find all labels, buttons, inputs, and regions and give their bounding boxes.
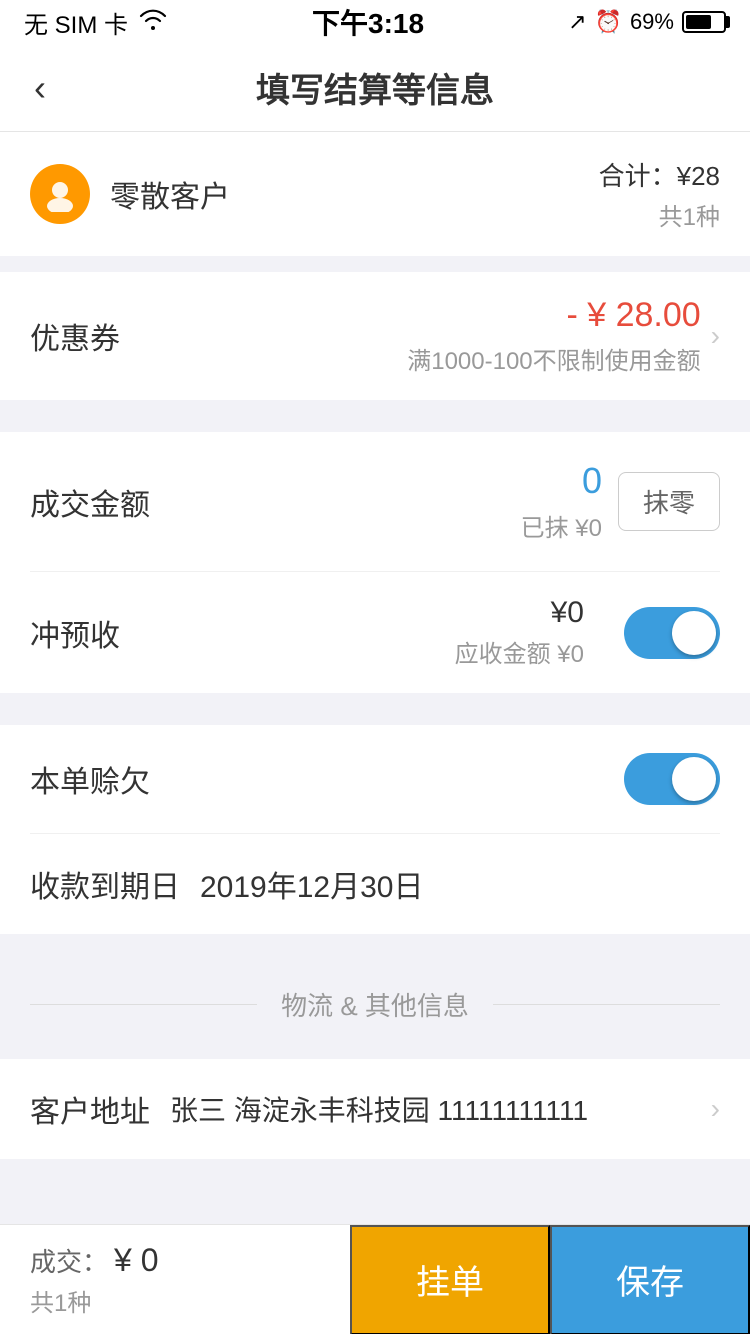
status-time: 下午3:18 (312, 2, 424, 42)
header-line-left (30, 1004, 257, 1005)
status-right: ↗ ⏰ 69% (568, 9, 726, 35)
hold-button[interactable]: 挂单 (350, 1225, 550, 1334)
credit-card: 本单赊欠 收款到期日 2019年12月30日 (0, 725, 750, 934)
coupon-label: 优惠券 (30, 314, 120, 358)
coupon-right: - ¥ 28.00 满1000-100不限制使用金额 › (407, 296, 720, 376)
coupon-value: - ¥ 28.00 (407, 296, 700, 335)
section-divider-4 (0, 1043, 750, 1059)
battery-percent: 69% (630, 9, 674, 35)
credit-label: 本单赊欠 (30, 757, 150, 801)
location-icon: ↗ (568, 9, 586, 35)
customer-right: 合计：¥28 共1种 (599, 156, 720, 232)
coupon-sub: 满1000-100不限制使用金额 (407, 341, 700, 376)
prepay-row: 冲预收 ¥0 应收金额 ¥0 (0, 572, 750, 693)
round-button[interactable]: 抹零 (618, 472, 720, 531)
transaction-row: 成交金额 已抹 ¥0 抹零 (0, 432, 750, 571)
transaction-right: 已抹 ¥0 抹零 (521, 460, 720, 543)
no-sim-text: 无 SIM 卡 (24, 5, 128, 40)
duedate-row: 收款到期日 2019年12月30日 (0, 834, 750, 934)
bottom-deal-amount: ¥ 0 (114, 1242, 158, 1279)
total-count: 共1种 (599, 197, 720, 232)
prepay-label: 冲预收 (30, 611, 120, 655)
credit-toggle-knob (672, 757, 716, 801)
address-row[interactable]: 客户地址 张三 海淀永丰科技园 11111111111 › (0, 1059, 750, 1159)
nav-bar: ‹ 填写结算等信息 (0, 44, 750, 132)
transaction-card: 成交金额 已抹 ¥0 抹零 冲预收 ¥0 应收金额 ¥0 (0, 432, 750, 693)
wifi-icon (138, 8, 168, 37)
prepay-right: ¥0 应收金额 ¥0 (455, 596, 720, 669)
prepay-toggle[interactable] (624, 607, 720, 659)
status-bar: 无 SIM 卡 下午3:18 ↗ ⏰ 69% (0, 0, 750, 44)
bottom-deal-label: 成交： (30, 1242, 108, 1279)
toggle-knob (672, 611, 716, 655)
section-divider-2 (0, 709, 750, 725)
prepay-values: ¥0 应收金额 ¥0 (455, 596, 584, 669)
credit-toggle[interactable] (624, 753, 720, 805)
total-amount: 合计：¥28 (599, 156, 720, 193)
transaction-amount-input[interactable] (522, 460, 602, 502)
transaction-label: 成交金额 (30, 480, 150, 524)
alarm-icon: ⏰ (595, 9, 622, 35)
bottom-info: 成交： ¥ 0 共1种 (0, 1242, 350, 1318)
duedate-value: 2019年12月30日 (200, 862, 423, 906)
section-divider-3 (0, 950, 750, 966)
status-left: 无 SIM 卡 (24, 5, 168, 40)
customer-left: 零散客户 (30, 164, 230, 224)
coupon-row[interactable]: 优惠券 - ¥ 28.00 满1000-100不限制使用金额 › (0, 272, 750, 400)
address-value: 张三 海淀永丰科技园 11111111111 (170, 1089, 711, 1129)
battery-icon (682, 11, 726, 33)
transaction-amount-wrap: 已抹 ¥0 (521, 460, 602, 543)
content: 零散客户 合计：¥28 共1种 优惠券 - ¥ 28.00 满1000-100不… (0, 132, 750, 1295)
bottom-deal-count: 共1种 (30, 1283, 320, 1318)
address-label: 客户地址 (30, 1087, 150, 1131)
page-title: 填写结算等信息 (256, 63, 494, 112)
duedate-label: 收款到期日 (30, 862, 180, 906)
prepay-amount: ¥0 (455, 596, 584, 630)
credit-row: 本单赊欠 (0, 725, 750, 833)
chevron-right-icon: › (711, 320, 720, 352)
customer-card: 零散客户 合计：¥28 共1种 (0, 132, 750, 256)
section-divider-1 (0, 416, 750, 432)
header-line-right (493, 1004, 720, 1005)
logistics-header-label: 物流 & 其他信息 (257, 986, 493, 1023)
avatar (30, 164, 90, 224)
coupon-card: 优惠券 - ¥ 28.00 满1000-100不限制使用金额 › (0, 272, 750, 400)
bottom-bar: 成交： ¥ 0 共1种 挂单 保存 (0, 1224, 750, 1334)
bottom-deal-row: 成交： ¥ 0 (30, 1242, 320, 1279)
transaction-sub: 已抹 ¥0 (521, 508, 602, 543)
customer-row: 零散客户 合计：¥28 共1种 (0, 132, 750, 256)
logistics-section-header: 物流 & 其他信息 (0, 966, 750, 1043)
address-card: 客户地址 张三 海淀永丰科技园 11111111111 › (0, 1059, 750, 1159)
customer-name: 零散客户 (110, 172, 230, 216)
prepay-sub: 应收金额 ¥0 (455, 634, 584, 669)
coupon-info: - ¥ 28.00 满1000-100不限制使用金额 (407, 296, 700, 376)
save-button[interactable]: 保存 (550, 1225, 750, 1334)
address-chevron-icon: › (711, 1093, 720, 1125)
back-button[interactable]: ‹ (24, 57, 56, 119)
